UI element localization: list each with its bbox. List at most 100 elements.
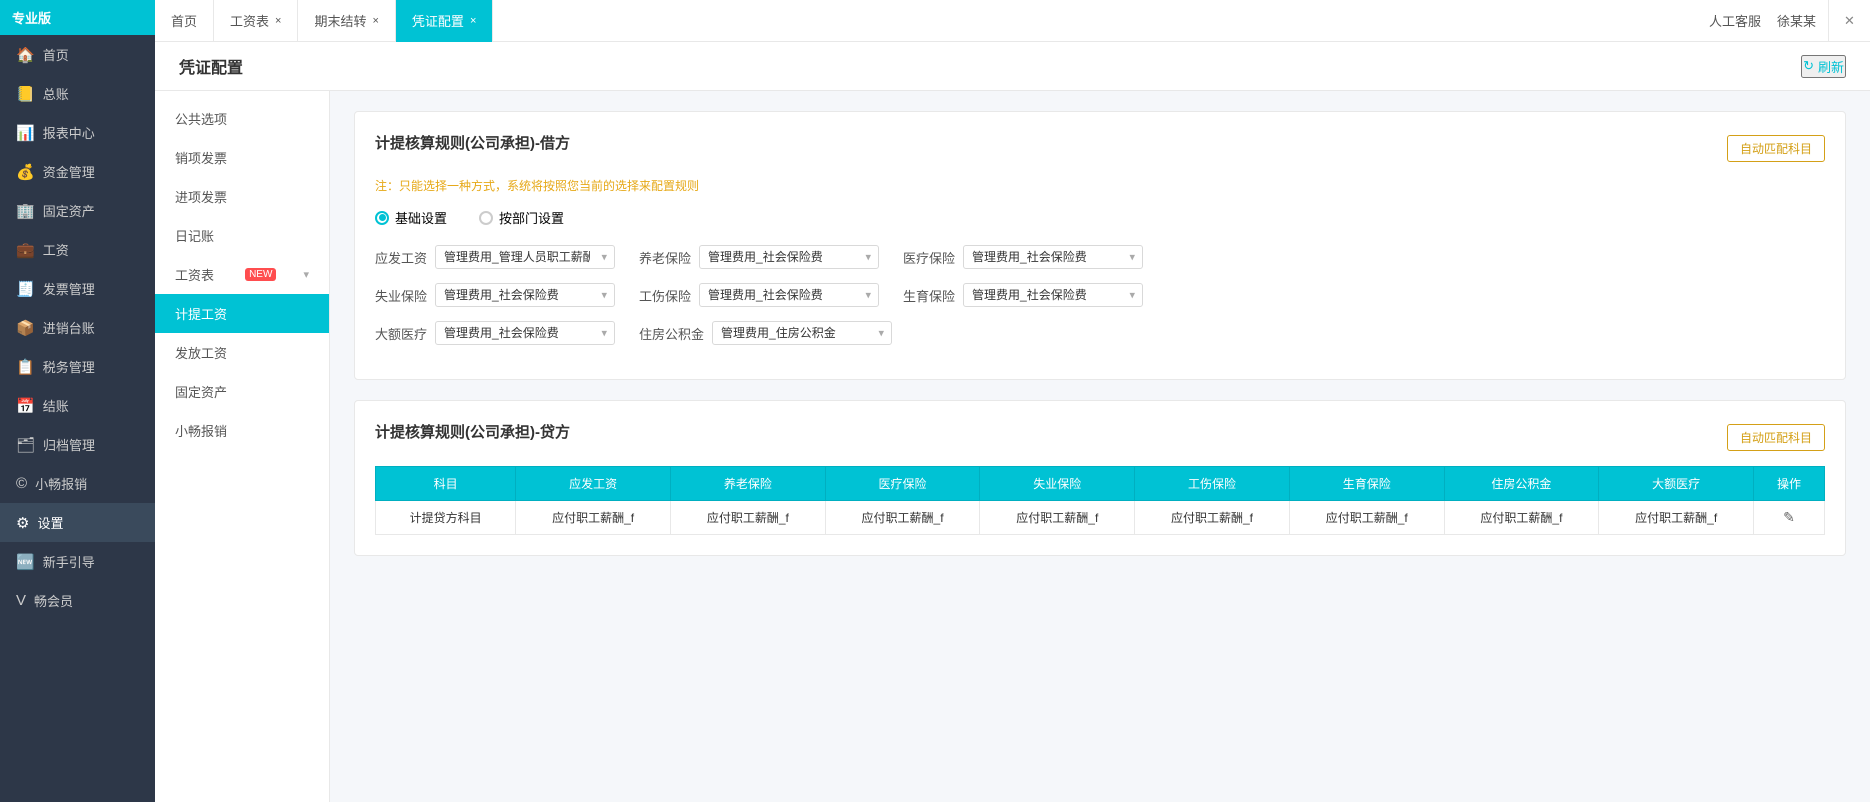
label-yiliao: 医疗保险 — [903, 248, 955, 267]
sidebar-header: 专业版 — [0, 0, 155, 35]
sidebar-item-assets[interactable]: 🏢 固定资产 — [0, 191, 155, 230]
label-gongshang: 工伤保险 — [639, 286, 691, 305]
select-yiliao[interactable]: 管理费用_社会保险费 — [963, 245, 1143, 269]
sidebar-item-ledger[interactable]: 📒 总账 — [0, 74, 155, 113]
sidebar-item-tax[interactable]: 📋 税务管理 — [0, 347, 155, 386]
invoice-icon: 🧾 — [16, 280, 35, 298]
select-gongshang[interactable]: 管理费用_社会保险费 — [699, 283, 879, 307]
leftnav-journal[interactable]: 日记账 — [155, 216, 329, 255]
leftnav-salary-table[interactable]: 工资表 NEW ▾ — [155, 255, 329, 294]
field-yanglao: 养老保险 管理费用_社会保险费 — [639, 245, 879, 269]
archive-icon: 🗂 — [16, 436, 35, 454]
select-wrapper-gjj: 管理费用_住房公积金 — [712, 321, 892, 345]
leftnav-pay-salary[interactable]: 发放工资 — [155, 333, 329, 372]
debit-form-row-2: 失业保险 管理费用_社会保险费 工伤保险 管理费用_社会保险费 — [375, 283, 1825, 307]
radio-group: 基础设置 按部门设置 — [375, 208, 1825, 227]
th-daeyiliao: 大额医疗 — [1599, 467, 1754, 501]
th-action: 操作 — [1754, 467, 1825, 501]
debit-auto-match-button[interactable]: 自动匹配科目 — [1727, 135, 1825, 162]
leftnav-sales-invoice[interactable]: 销项发票 — [155, 138, 329, 177]
tab-home[interactable]: 首页 — [155, 0, 214, 42]
leftnav-accrual-salary[interactable]: 计提工资 — [155, 294, 329, 333]
label-daeyiliao: 大额医疗 — [375, 324, 427, 343]
xiaochang-icon: © — [16, 475, 27, 492]
sidebar-item-xiaochang[interactable]: © 小畅报销 — [0, 464, 155, 503]
field-gongshang: 工伤保险 管理费用_社会保险费 — [639, 283, 879, 307]
label-gjj: 住房公积金 — [639, 324, 704, 343]
refresh-button[interactable]: ↻ 刷新 — [1801, 55, 1846, 78]
label-shengyu: 生育保险 — [903, 286, 955, 305]
select-yanglao[interactable]: 管理费用_社会保险费 — [699, 245, 879, 269]
close-tab-period[interactable]: × — [372, 15, 378, 27]
sidebar-item-reports[interactable]: 📊 报表中心 — [0, 113, 155, 152]
td-daeyiliao: 应付职工薪酬_f — [1599, 501, 1754, 535]
radio-dept-circle — [479, 211, 493, 225]
sidebar-item-close[interactable]: 📅 结账 — [0, 386, 155, 425]
select-daeyiliao[interactable]: 管理费用_社会保险费 — [435, 321, 615, 345]
label-shiye: 失业保险 — [375, 286, 427, 305]
edit-icon[interactable]: ✎ — [1783, 509, 1795, 525]
td-shiye: 应付职工薪酬_f — [980, 501, 1135, 535]
sidebar-item-guide[interactable]: 🆕 新手引导 — [0, 542, 155, 581]
field-yingfa-wages: 应发工资 管理费用_管理人员职工薪酬 — [375, 245, 615, 269]
credit-table: 科目 应发工资 养老保险 医疗保险 失业保险 工伤保险 生育保险 住房公积金 大… — [375, 466, 1825, 535]
credit-table-header-row: 科目 应发工资 养老保险 医疗保险 失业保险 工伤保险 生育保险 住房公积金 大… — [376, 467, 1825, 501]
sidebar-item-invoice[interactable]: 🧾 发票管理 — [0, 269, 155, 308]
sidebar-item-funds[interactable]: 💰 资金管理 — [0, 152, 155, 191]
th-subject: 科目 — [376, 467, 516, 501]
select-shiye[interactable]: 管理费用_社会保险费 — [435, 283, 615, 307]
radio-dept[interactable]: 按部门设置 — [479, 208, 564, 227]
debit-notice: 注：只能选择一种方式，系统将按照您当前的选择来配置规则 — [375, 177, 1825, 194]
sidebar-item-home[interactable]: 🏠 首页 — [0, 35, 155, 74]
select-wrapper-shengyu: 管理费用_社会保险费 — [963, 283, 1143, 307]
tab-salary-table[interactable]: 工资表 × — [214, 0, 298, 42]
page-title: 凭证配置 — [179, 54, 243, 78]
td-action[interactable]: ✎ — [1754, 501, 1825, 535]
topbar: 首页 工资表 × 期末结转 × 凭证配置 × 人工客服 徐某某 ✕ — [155, 0, 1870, 42]
field-gjj: 住房公积金 管理费用_住房公积金 — [639, 321, 892, 345]
select-wrapper-gongshang: 管理费用_社会保险费 — [699, 283, 879, 307]
user-service: 人工客服 — [1709, 11, 1761, 30]
tab-voucher-config[interactable]: 凭证配置 × — [396, 0, 493, 42]
sidebar-item-archive[interactable]: 🗂 归档管理 — [0, 425, 155, 464]
select-shengyu[interactable]: 管理费用_社会保险费 — [963, 283, 1143, 307]
left-nav: 公共选项 销项发票 进项发票 日记账 工资表 NEW ▾ 计提工资 发放工资 — [155, 91, 330, 802]
page-header: 凭证配置 ↻ 刷新 — [155, 42, 1870, 91]
td-gongshang: 应付职工薪酬_f — [1135, 501, 1290, 535]
credit-auto-match-button[interactable]: 自动匹配科目 — [1727, 424, 1825, 451]
th-yingfa: 应发工资 — [516, 467, 671, 501]
radio-basic[interactable]: 基础设置 — [375, 208, 447, 227]
close-period-icon: 📅 — [16, 397, 35, 415]
select-wrapper-yiliao: 管理费用_社会保险费 — [963, 245, 1143, 269]
field-daeyiliao: 大额医疗 管理费用_社会保险费 — [375, 321, 615, 345]
topbar-right: 人工客服 徐某某 — [1709, 11, 1828, 30]
window-close-button[interactable]: ✕ — [1828, 0, 1870, 42]
td-yiliao: 应付职工薪酬_f — [825, 501, 980, 535]
content-layout: 公共选项 销项发票 进项发票 日记账 工资表 NEW ▾ 计提工资 发放工资 — [155, 91, 1870, 802]
select-yingfa[interactable]: 管理费用_管理人员职工薪酬 — [435, 245, 615, 269]
home-icon: 🏠 — [16, 46, 35, 64]
sidebar-item-vip[interactable]: V 畅会员 — [0, 581, 155, 620]
leftnav-public[interactable]: 公共选项 — [155, 99, 329, 138]
reports-icon: 📊 — [16, 124, 35, 142]
sidebar-item-settings[interactable]: ⚙ 设置 — [0, 503, 155, 542]
select-gjj[interactable]: 管理费用_住房公积金 — [712, 321, 892, 345]
tab-period-close[interactable]: 期末结转 × — [298, 0, 395, 42]
th-yanglao: 养老保险 — [670, 467, 825, 501]
leftnav-fixed-assets[interactable]: 固定资产 — [155, 372, 329, 411]
th-gjj: 住房公积金 — [1444, 467, 1599, 501]
credit-table-body: 计提贷方科目 应付职工薪酬_f 应付职工薪酬_f 应付职工薪酬_f 应付职工薪酬… — [376, 501, 1825, 535]
close-tab-salary[interactable]: × — [275, 15, 281, 27]
assets-icon: 🏢 — [16, 202, 35, 220]
vip-icon: V — [16, 592, 26, 609]
credit-table-head: 科目 应发工资 养老保险 医疗保险 失业保险 工伤保险 生育保险 住房公积金 大… — [376, 467, 1825, 501]
select-wrapper-yingfa: 管理费用_管理人员职工薪酬 — [435, 245, 615, 269]
sidebar-item-purchases[interactable]: 📦 进销台账 — [0, 308, 155, 347]
leftnav-purchase-invoice[interactable]: 进项发票 — [155, 177, 329, 216]
sidebar-item-salary[interactable]: 💼 工资 — [0, 230, 155, 269]
close-tab-voucher[interactable]: × — [470, 15, 476, 27]
field-yiliao: 医疗保险 管理费用_社会保险费 — [903, 245, 1143, 269]
main-content: 计提核算规则(公司承担)-借方 自动匹配科目 注：只能选择一种方式，系统将按照您… — [330, 91, 1870, 802]
td-yingfa: 应付职工薪酬_f — [516, 501, 671, 535]
leftnav-expense[interactable]: 小畅报销 — [155, 411, 329, 450]
